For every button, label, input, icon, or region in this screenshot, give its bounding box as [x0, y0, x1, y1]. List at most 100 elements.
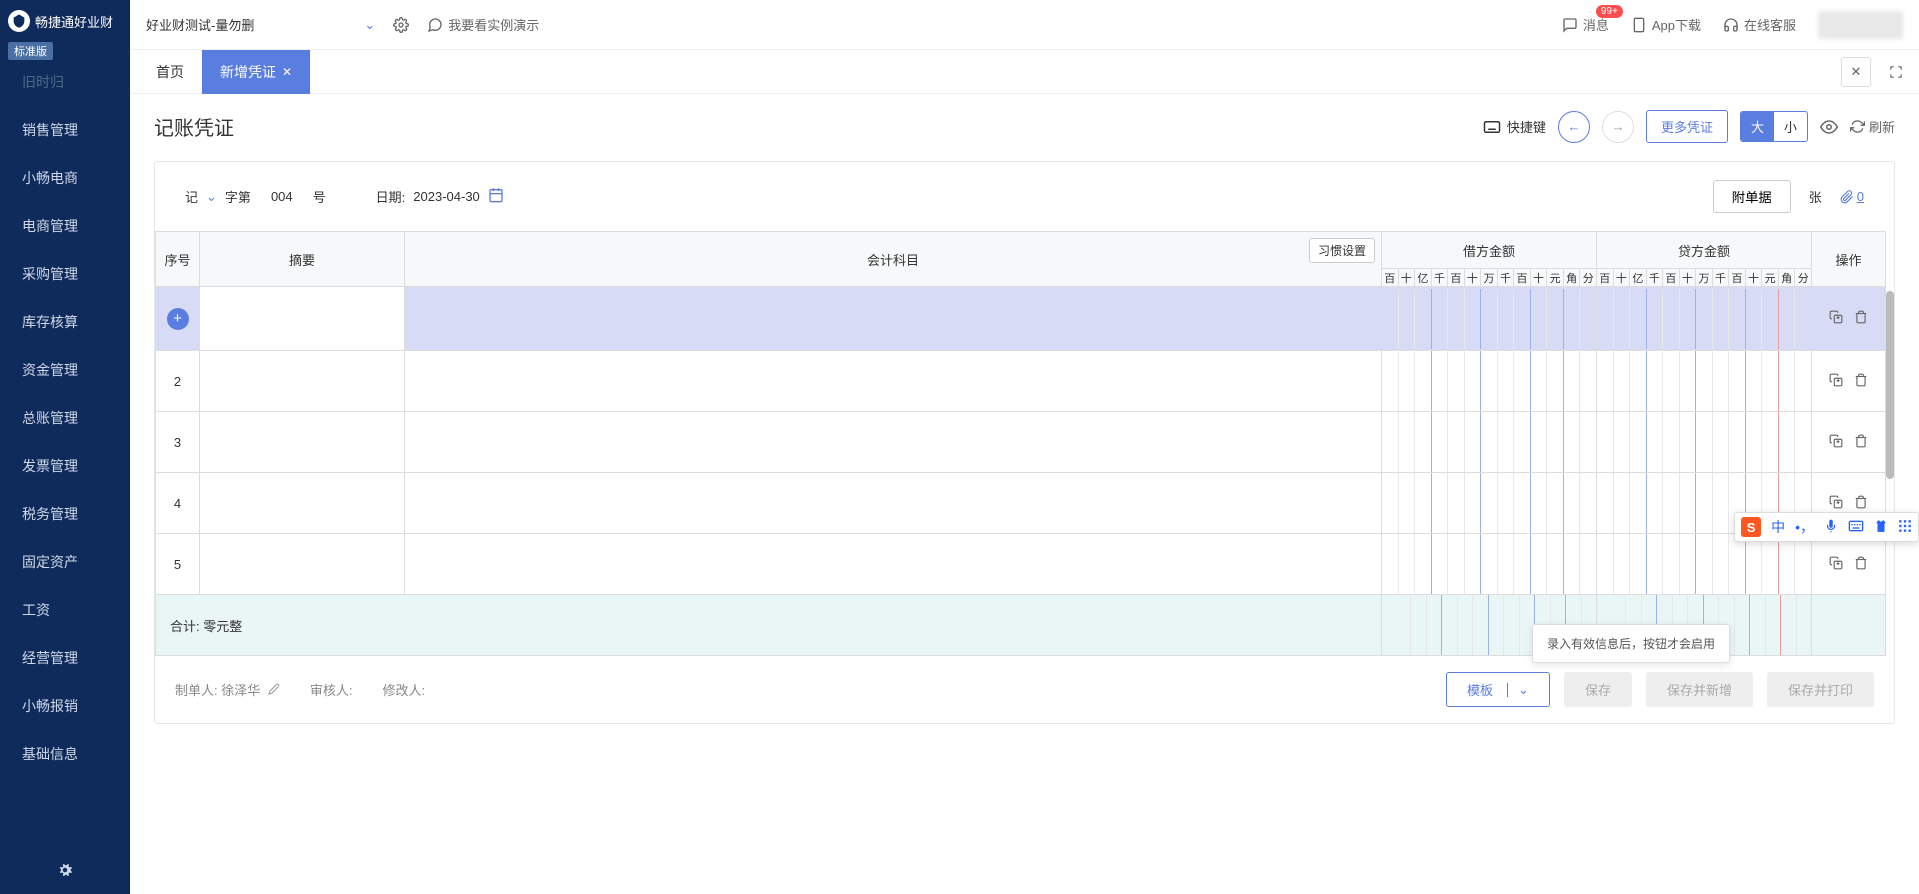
ime-shirt-icon[interactable]	[1874, 519, 1888, 536]
table-row[interactable]: 2	[156, 351, 1886, 412]
delete-row-icon[interactable]	[1854, 558, 1868, 573]
summary-input[interactable]	[204, 291, 400, 343]
table-row[interactable]: 5	[156, 534, 1886, 595]
org-selector[interactable]: 好业财测试-量勿删 ⌄	[146, 15, 375, 34]
ime-grid-icon[interactable]	[1898, 519, 1912, 536]
digit-header: 千	[1712, 269, 1729, 287]
next-button[interactable]: →	[1602, 111, 1634, 143]
delete-row-icon[interactable]	[1854, 312, 1868, 327]
messages-link[interactable]: 消息 99+	[1562, 15, 1609, 34]
th-account: 会计科目 习惯设置	[405, 232, 1382, 287]
sidebar-item-ecommerce[interactable]: 电商管理	[0, 202, 130, 250]
sidebar-item-salary[interactable]: 工资	[0, 586, 130, 634]
digit-header: 百	[1597, 269, 1614, 287]
app-download-link[interactable]: App下载	[1631, 15, 1701, 34]
habit-settings-button[interactable]: 习惯设置	[1309, 238, 1375, 263]
debit-cell[interactable]	[1382, 351, 1597, 412]
sidebar-item-tax[interactable]: 税务管理	[0, 490, 130, 538]
ime-punct-icon[interactable]: •，	[1795, 517, 1814, 537]
copy-row-icon[interactable]	[1829, 436, 1843, 451]
account-cell[interactable]	[405, 534, 1382, 595]
main: 好业财测试-量勿删 ⌄ 我要看实例演示 消息 99+ App下载	[130, 0, 1919, 894]
sidebar-item[interactable]: 旧时归	[0, 68, 130, 106]
close-icon[interactable]: ✕	[282, 65, 292, 79]
account-cell[interactable]	[405, 473, 1382, 534]
more-vouchers-button[interactable]: 更多凭证	[1646, 110, 1728, 143]
account-cell[interactable]	[405, 287, 1382, 351]
sidebar-item-business[interactable]: 经营管理	[0, 634, 130, 682]
delete-row-icon[interactable]	[1854, 497, 1868, 512]
ime-toolbar[interactable]: S 中 •，	[1734, 512, 1919, 542]
debit-cell[interactable]	[1382, 473, 1597, 534]
voucher-number-group[interactable]: 004	[271, 189, 293, 204]
user-avatar[interactable]	[1818, 11, 1903, 39]
shortcut-button[interactable]: 快捷键	[1483, 117, 1546, 136]
content: 记账凭证 快捷键 ← → 更多凭证 大 小	[130, 94, 1919, 894]
sidebar-item-base[interactable]: 基础信息	[0, 730, 130, 778]
calendar-icon[interactable]	[488, 187, 504, 206]
modifier-info: 修改人:	[383, 680, 426, 699]
sidebar-item-reimburse[interactable]: 小畅报销	[0, 682, 130, 730]
sidebar-item-funds[interactable]: 资金管理	[0, 346, 130, 394]
summary-cell[interactable]	[200, 351, 405, 412]
page-title: 记账凭证	[154, 112, 234, 141]
debit-cell[interactable]	[1382, 534, 1597, 595]
account-cell[interactable]	[405, 412, 1382, 473]
ime-lang[interactable]: 中	[1771, 517, 1785, 537]
refresh-button[interactable]: 刷新	[1850, 117, 1895, 136]
summary-cell[interactable]	[200, 473, 405, 534]
date-input[interactable]: 2023-04-30	[413, 189, 480, 204]
sidebar-item-ledger[interactable]: 总账管理	[0, 394, 130, 442]
debit-cell[interactable]	[1382, 412, 1597, 473]
copy-row-icon[interactable]	[1829, 497, 1843, 512]
fullscreen-button[interactable]	[1881, 57, 1911, 87]
debit-cell[interactable]	[1382, 287, 1597, 351]
credit-cell[interactable]	[1597, 412, 1812, 473]
copy-row-icon[interactable]	[1829, 312, 1843, 327]
view-icon[interactable]	[1820, 118, 1838, 136]
sidebar-item-ecommerce-small[interactable]: 小畅电商	[0, 154, 130, 202]
th-debit: 借方金额	[1382, 232, 1597, 269]
digit-header: 十	[1745, 269, 1762, 287]
sidebar-item-purchase[interactable]: 采购管理	[0, 250, 130, 298]
tab-new-voucher[interactable]: 新增凭证 ✕	[202, 50, 310, 94]
table-row[interactable]: 4	[156, 473, 1886, 534]
credit-cell[interactable]	[1597, 287, 1812, 351]
add-row-button[interactable]: +	[167, 308, 189, 330]
scrollbar[interactable]	[1886, 291, 1894, 479]
sidebar-item-invoice[interactable]: 发票管理	[0, 442, 130, 490]
credit-cell[interactable]	[1597, 351, 1812, 412]
account-cell[interactable]	[405, 351, 1382, 412]
ime-mic-icon[interactable]	[1824, 519, 1838, 536]
voucher-type-group[interactable]: 记 ⌄ 字第	[185, 187, 251, 206]
delete-row-icon[interactable]	[1854, 375, 1868, 390]
table-row[interactable]: 3	[156, 412, 1886, 473]
summary-cell[interactable]	[200, 534, 405, 595]
tab-close-button[interactable]: ✕	[1841, 57, 1871, 87]
copy-row-icon[interactable]	[1829, 558, 1843, 573]
edit-maker-icon[interactable]	[268, 683, 280, 698]
settings-icon[interactable]	[393, 17, 409, 33]
sidebar-item-sales[interactable]: 销售管理	[0, 106, 130, 154]
online-service-link[interactable]: 在线客服	[1723, 15, 1796, 34]
summary-cell[interactable]	[200, 412, 405, 473]
sidebar-item-assets[interactable]: 固定资产	[0, 538, 130, 586]
template-button[interactable]: 模板 ⌄	[1446, 672, 1550, 707]
attachment-link[interactable]: 0	[1840, 189, 1864, 204]
sidebar-item-inventory[interactable]: 库存核算	[0, 298, 130, 346]
settings-icon[interactable]	[56, 867, 74, 882]
demo-link[interactable]: 我要看实例演示	[427, 15, 539, 34]
size-small[interactable]: 小	[1774, 112, 1807, 141]
copy-row-icon[interactable]	[1829, 375, 1843, 390]
attach-button[interactable]: 附单据	[1713, 180, 1791, 213]
delete-row-icon[interactable]	[1854, 436, 1868, 451]
table-row[interactable]: +	[156, 287, 1886, 351]
summary-cell[interactable]	[200, 287, 405, 351]
ime-keyboard-icon[interactable]	[1848, 519, 1864, 536]
messages-badge: 99+	[1596, 5, 1623, 18]
size-large[interactable]: 大	[1741, 112, 1774, 141]
credit-cell[interactable]	[1597, 534, 1812, 595]
prev-button[interactable]: ←	[1558, 111, 1590, 143]
tab-home[interactable]: 首页	[138, 50, 202, 94]
digit-header: 万	[1696, 269, 1713, 287]
